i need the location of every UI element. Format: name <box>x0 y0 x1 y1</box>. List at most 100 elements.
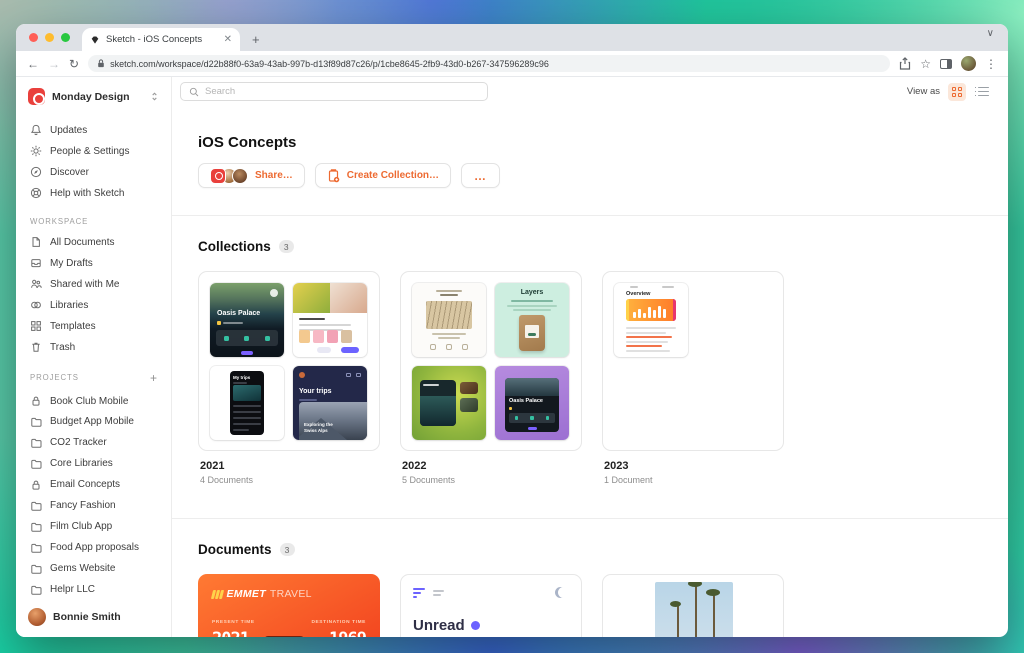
drafts-tray-icon <box>30 257 42 269</box>
palm-tree <box>670 601 681 607</box>
doc-thumb-layers[interactable]: Layers <box>495 283 569 357</box>
tab-overview-chevron-icon[interactable]: ∨ <box>987 28 994 39</box>
tab-close-icon[interactable]: ✕ <box>224 35 232 45</box>
doc-thumb-food-app[interactable] <box>293 283 367 357</box>
zoom-window-button[interactable] <box>61 33 70 42</box>
document-card-unread[interactable]: Unread Today <box>400 574 582 637</box>
sidebar-item-help[interactable]: Help with Sketch <box>16 183 171 204</box>
decor <box>356 373 361 377</box>
sidebar-item-people-settings[interactable]: People & Settings <box>16 141 171 162</box>
decor <box>233 382 247 384</box>
sidebar-project-food-app[interactable]: Food App proposals <box>16 537 171 558</box>
browser-window: Sketch - iOS Concepts ✕ + ∨ ← → ↻ sketch… <box>16 24 1008 637</box>
share-icon[interactable] <box>899 57 911 70</box>
sidebar-project-film-club[interactable]: Film Club App <box>16 516 171 537</box>
sidebar-project-gems-website[interactable]: Gems Website <box>16 558 171 579</box>
collection-subtitle: 5 Documents <box>402 475 582 485</box>
sidebar-project-core-libraries[interactable]: Core Libraries <box>16 453 171 474</box>
sidebar-item-label: Templates <box>50 321 96 332</box>
add-project-button[interactable]: + <box>150 371 157 385</box>
sidebar-project-fancy-fashion[interactable]: Fancy Fashion <box>16 495 171 516</box>
sidebar-item-label: Gems Website <box>50 563 115 574</box>
unread-count-badge <box>471 621 480 630</box>
decor <box>511 300 553 302</box>
folder-icon <box>30 458 42 470</box>
search-box[interactable] <box>180 82 488 101</box>
sidebar-item-my-drafts[interactable]: My Drafts <box>16 253 171 274</box>
decor <box>299 330 352 343</box>
templates-grid-icon <box>30 320 42 332</box>
sidebar-item-trash[interactable]: Trash <box>16 337 171 358</box>
bookmark-star-icon[interactable]: ☆ <box>920 58 931 70</box>
doc-thumb-my-trips[interactable]: My trips <box>210 366 284 440</box>
document-card-emmet-travel[interactable]: EMMETTRAVEL PRESENT TIME DESTINATION TIM… <box>198 574 380 637</box>
sidebar-item-label: Updates <box>50 125 87 136</box>
user-menu[interactable]: Bonnie Smith <box>16 600 171 637</box>
side-panel-icon[interactable] <box>940 59 952 69</box>
search-icon <box>189 87 199 97</box>
sidebar-item-label: Book Club Mobile <box>50 396 128 407</box>
doc-thumb-oasis-palace-2[interactable]: Oasis Palace <box>495 366 569 440</box>
decor <box>299 399 317 401</box>
sidebar-item-templates[interactable]: Templates <box>16 316 171 337</box>
grid-view-button[interactable] <box>948 83 966 101</box>
browser-menu-icon[interactable]: ⋮ <box>985 58 997 70</box>
decor <box>317 347 331 353</box>
workspace-logo-avatar <box>210 168 226 184</box>
url-bar[interactable]: sketch.com/workspace/d22b88f0-63a9-43ab-… <box>88 55 890 72</box>
doc-thumb-your-trips[interactable]: Your trips Exploring the Swiss Alps <box>293 366 367 440</box>
decor <box>509 407 512 410</box>
browser-tab[interactable]: Sketch - iOS Concepts ✕ <box>82 28 240 51</box>
document-card-photo-app[interactable] <box>602 574 784 637</box>
collection-card-2022[interactable]: Layers <box>400 271 582 485</box>
sidebar-project-email-concepts[interactable]: Email Concepts <box>16 474 171 495</box>
destination-time-value: 1969 <box>329 629 366 637</box>
close-window-button[interactable] <box>29 33 38 42</box>
decor <box>528 427 537 430</box>
collection-card-2023[interactable]: Overview <box>602 271 784 485</box>
reload-button[interactable]: ↻ <box>69 58 79 70</box>
page-title: iOS Concepts <box>198 134 1008 151</box>
back-button[interactable]: ← <box>27 58 39 70</box>
sidebar-project-budget-app[interactable]: Budget App Mobile <box>16 411 171 432</box>
create-collection-button[interactable]: Create Collection… <box>315 163 451 188</box>
sidebar-project-book-club[interactable]: Book Club Mobile <box>16 391 171 412</box>
view-as-label: View as <box>907 86 940 97</box>
scroll-area[interactable]: iOS Concepts Share… Create Collection… <box>172 106 1008 637</box>
doc-thumb-podcast[interactable] <box>412 283 486 357</box>
sidebar-item-label: Email Concepts <box>50 479 120 490</box>
collections-count-badge: 3 <box>279 240 294 253</box>
more-actions-button[interactable]: … <box>461 163 500 188</box>
minimize-window-button[interactable] <box>45 33 54 42</box>
sidebar-item-discover[interactable]: Discover <box>16 162 171 183</box>
sidebar-item-libraries[interactable]: Libraries <box>16 295 171 316</box>
collection-title: 2023 <box>604 460 784 472</box>
sidebar-project-helpr-llc[interactable]: Helpr LLC <box>16 579 171 600</box>
share-button[interactable]: Share… <box>198 163 305 188</box>
browser-profile-avatar[interactable] <box>961 56 976 71</box>
decor <box>233 423 261 425</box>
member-avatar <box>232 168 248 184</box>
collections-title: Collections <box>198 239 271 254</box>
libraries-icon <box>30 299 42 311</box>
sidebar-item-updates[interactable]: Updates <box>16 120 171 141</box>
palm-tree <box>713 592 715 637</box>
collection-thumbnails: Oasis Palace <box>198 271 380 451</box>
list-view-button[interactable] <box>974 83 992 101</box>
decor <box>509 413 555 423</box>
sidebar-item-all-documents[interactable]: All Documents <box>16 232 171 253</box>
doc-thumb-travel-green[interactable] <box>412 366 486 440</box>
search-input[interactable] <box>205 86 479 97</box>
emmet-logo-light: TRAVEL <box>270 588 312 600</box>
folder-icon <box>30 584 42 596</box>
new-tab-button[interactable]: + <box>252 32 260 47</box>
decor <box>233 429 249 431</box>
collection-card-2021[interactable]: Oasis Palace <box>198 271 380 485</box>
sidebar-project-co2-tracker[interactable]: CO2 Tracker <box>16 432 171 453</box>
decor <box>217 321 221 325</box>
decor <box>223 322 243 324</box>
doc-thumb-oasis-palace[interactable]: Oasis Palace <box>210 283 284 357</box>
doc-thumb-overview[interactable]: Overview <box>614 283 688 357</box>
sidebar-item-shared-with-me[interactable]: Shared with Me <box>16 274 171 295</box>
workspace-switcher[interactable]: Monday Design <box>16 88 171 105</box>
